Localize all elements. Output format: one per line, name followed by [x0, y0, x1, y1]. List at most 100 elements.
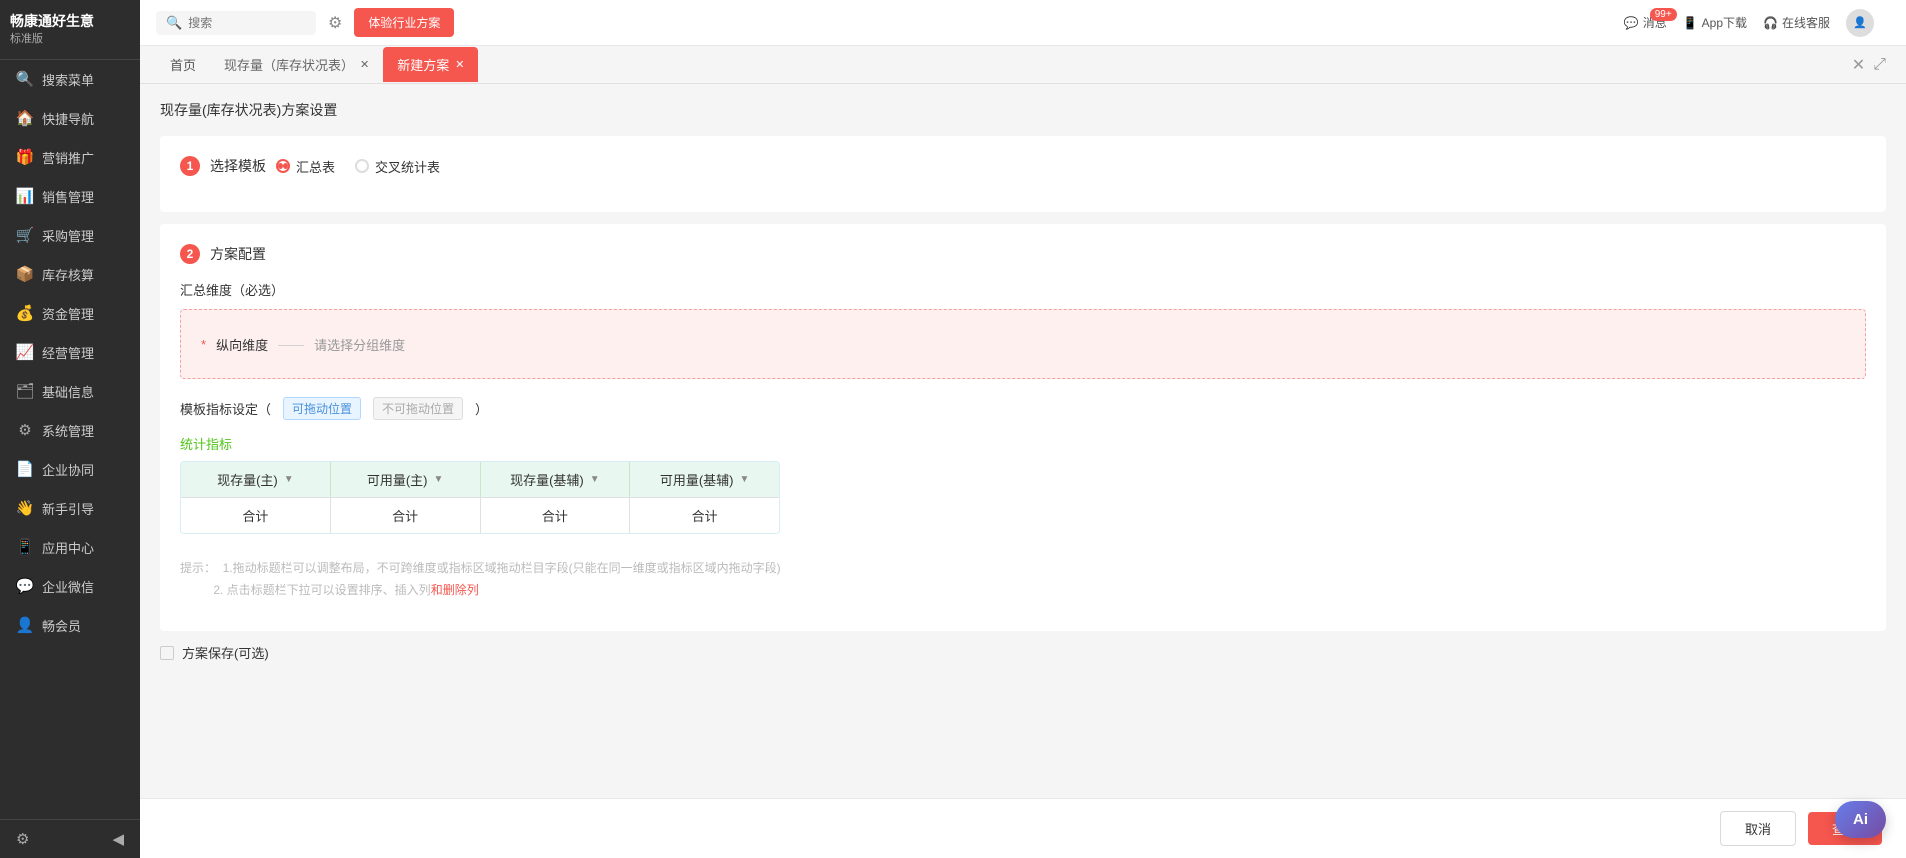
- sidebar-item-finance[interactable]: 💰资金管理: [0, 294, 140, 333]
- phone-icon: 📱: [1683, 16, 1698, 30]
- close-panel-button[interactable]: ✕: [1848, 51, 1869, 79]
- sidebar-item-label: 库存核算: [42, 265, 94, 284]
- message-badge: 99+: [1650, 8, 1677, 21]
- non-draggable-tag: 不可拖动位置: [373, 397, 463, 420]
- section-choose-template: 1 选择模板 汇总表 交叉统计表: [160, 136, 1886, 212]
- sidebar-item-operations[interactable]: 📈经营管理: [0, 333, 140, 372]
- sidebar-item-label: 经营管理: [42, 343, 94, 362]
- radio-cross-circle: [355, 159, 369, 173]
- content-area: 现存量(库存状况表)方案设置 1 选择模板 汇总表 交叉统计表: [140, 84, 1906, 798]
- section1-title: 选择模板: [210, 156, 266, 176]
- sidebar-item-search[interactable]: 🔍搜索菜单: [0, 60, 140, 99]
- dim-vertical-label: 纵向维度: [216, 335, 268, 354]
- sidebar: 畅康通好生意 标准版 🔍搜索菜单 🏠 快捷导航 🎁营销推广📊销售管理🛒采购管理 📦 库存核…: [0, 0, 140, 858]
- settings-icon[interactable]: ⚙: [328, 13, 342, 33]
- search-input[interactable]: [188, 16, 288, 30]
- sidebar-item-inventory-mgr[interactable]: 📦 库存核算: [0, 255, 140, 294]
- marketing-icon: 🎁: [16, 148, 34, 166]
- shortcut-icon: 🏠: [16, 109, 34, 127]
- wechat-icon: 💬: [16, 577, 34, 595]
- stats-body-row: 合计合计合计合计: [181, 497, 779, 533]
- sidebar-item-label: 新手引导: [42, 499, 94, 518]
- system-icon: ⚙: [16, 421, 34, 439]
- sidebar-item-label: 销售管理: [42, 187, 94, 206]
- radio-cross[interactable]: 交叉统计表: [355, 157, 440, 176]
- template-config-section: 模板指标设定（ 可拖动位置 不可拖动位置 ） 统计指标 现存量(主)▼可用量(主…: [180, 397, 1866, 534]
- chevron-down-icon: ▼: [284, 474, 294, 485]
- section2-title: 方案配置: [210, 244, 266, 264]
- app-label: App下载: [1702, 14, 1747, 31]
- fullscreen-button[interactable]: ⤢: [1869, 52, 1890, 78]
- stats-header-row: 现存量(主)▼可用量(主)▼现存量(基辅)▼可用量(基辅)▼: [181, 462, 779, 497]
- template-config-label: 模板指标设定（: [180, 399, 271, 418]
- sidebar-item-label: 搜索菜单: [42, 70, 94, 89]
- topbar: 🔍 ⚙ 体验行业方案 💬 消息 99+ 📱 App下载 🎧 在线客服 👤: [140, 0, 1906, 46]
- headset-icon: 🎧: [1763, 16, 1778, 30]
- section2-num: 2: [180, 244, 200, 264]
- user-avatar[interactable]: 👤: [1846, 9, 1874, 37]
- sidebar-item-label: 采购管理: [42, 226, 94, 245]
- sidebar-item-label: 企业微信: [42, 577, 94, 596]
- stats-header-cell[interactable]: 现存量(基辅)▼: [481, 462, 631, 497]
- search-icon: 🔍: [166, 15, 182, 31]
- app-logo: 畅康通好生意 标准版: [0, 0, 140, 60]
- sidebar-item-newbie[interactable]: 👋新手引导: [0, 489, 140, 528]
- tips-area: 提示： 1.拖动标题栏可以调整布局，不可跨维度或指标区域拖动栏目字段(只能在同一…: [180, 548, 1866, 611]
- radio-summary-circle: [276, 159, 290, 173]
- app-version: 标准版: [10, 32, 130, 47]
- inventory-tab-label: 现存量（库存状况表）: [224, 55, 354, 74]
- ai-label: Ai: [1853, 811, 1868, 828]
- home-label: 首页: [170, 55, 196, 74]
- cancel-button[interactable]: 取消: [1720, 811, 1796, 846]
- sidebar-item-wechat[interactable]: 💬 企业微信: [0, 567, 140, 606]
- trial-button[interactable]: 体验行业方案: [354, 8, 454, 37]
- sidebar-footer: ⚙ ◀: [0, 819, 140, 858]
- sidebar-item-contract[interactable]: 📄企业协同: [0, 450, 140, 489]
- sidebar-item-label: 快捷导航: [42, 109, 94, 128]
- ai-button[interactable]: Ai: [1835, 801, 1886, 838]
- tab-new-plan[interactable]: 新建方案 ✕: [383, 47, 478, 82]
- radio-summary-label: 汇总表: [296, 157, 335, 176]
- sidebar-item-sales[interactable]: 📊销售管理: [0, 177, 140, 216]
- member-icon: 👤: [16, 616, 34, 634]
- sidebar-item-label: 应用中心: [42, 538, 94, 557]
- stats-header-cell[interactable]: 可用量(主)▼: [331, 462, 481, 497]
- search-box[interactable]: 🔍: [156, 11, 316, 35]
- stats-header-cell[interactable]: 可用量(基辅)▼: [630, 462, 779, 497]
- sidebar-item-apps[interactable]: 📱应用中心: [0, 528, 140, 567]
- tabbar: 首页 现存量（库存状况表） ✕ 新建方案 ✕ ✕ ⤢: [140, 46, 1906, 84]
- main-content: 🔍 ⚙ 体验行业方案 💬 消息 99+ 📱 App下载 🎧 在线客服 👤: [140, 0, 1906, 858]
- message-button[interactable]: 💬 消息 99+: [1624, 14, 1667, 31]
- sidebar-item-label: 基础信息: [42, 382, 94, 401]
- tab-home[interactable]: 首页: [156, 47, 210, 82]
- sidebar-item-basic[interactable]: 🗂基础信息: [0, 372, 140, 411]
- settings-icon[interactable]: ⚙: [16, 830, 29, 848]
- dim-dash: ——: [278, 337, 304, 352]
- stats-header-cell[interactable]: 现存量(主)▼: [181, 462, 331, 497]
- new-plan-tab-close[interactable]: ✕: [455, 58, 464, 71]
- sidebar-item-shortcut[interactable]: 🏠 快捷导航: [0, 99, 140, 138]
- sidebar-item-member[interactable]: 👤畅会员: [0, 606, 140, 645]
- stats-table: 现存量(主)▼可用量(主)▼现存量(基辅)▼可用量(基辅)▼ 合计合计合计合计: [180, 461, 780, 534]
- tab-inventory[interactable]: 现存量（库存状况表） ✕: [210, 47, 383, 82]
- contract-icon: 📄: [16, 460, 34, 478]
- app-name: 畅康通好生意: [10, 12, 130, 32]
- sidebar-item-label: 资金管理: [42, 304, 94, 323]
- sidebar-item-system[interactable]: ⚙系统管理: [0, 411, 140, 450]
- collapse-icon[interactable]: ◀: [112, 830, 124, 848]
- sidebar-item-marketing[interactable]: 🎁营销推广: [0, 138, 140, 177]
- section1-num: 1: [180, 156, 200, 176]
- dimension-area[interactable]: * 纵向维度 —— 请选择分组维度: [180, 309, 1866, 379]
- tip-keyword: 和删除列: [431, 583, 479, 597]
- template-radio-group: 汇总表 交叉统计表: [276, 157, 440, 176]
- radio-summary[interactable]: 汇总表: [276, 157, 335, 176]
- message-icon: 💬: [1624, 16, 1639, 30]
- dim-required-star: *: [201, 337, 206, 352]
- service-button[interactable]: 🎧 在线客服: [1763, 14, 1830, 31]
- app-download-button[interactable]: 📱 App下载: [1683, 14, 1747, 31]
- draggable-tag: 可拖动位置: [283, 397, 361, 420]
- inventory-tab-close[interactable]: ✕: [360, 58, 369, 71]
- sidebar-item-purchase[interactable]: 🛒采购管理: [0, 216, 140, 255]
- save-checkbox[interactable]: [160, 646, 174, 660]
- inventory-mgr-icon: 📦: [16, 265, 34, 283]
